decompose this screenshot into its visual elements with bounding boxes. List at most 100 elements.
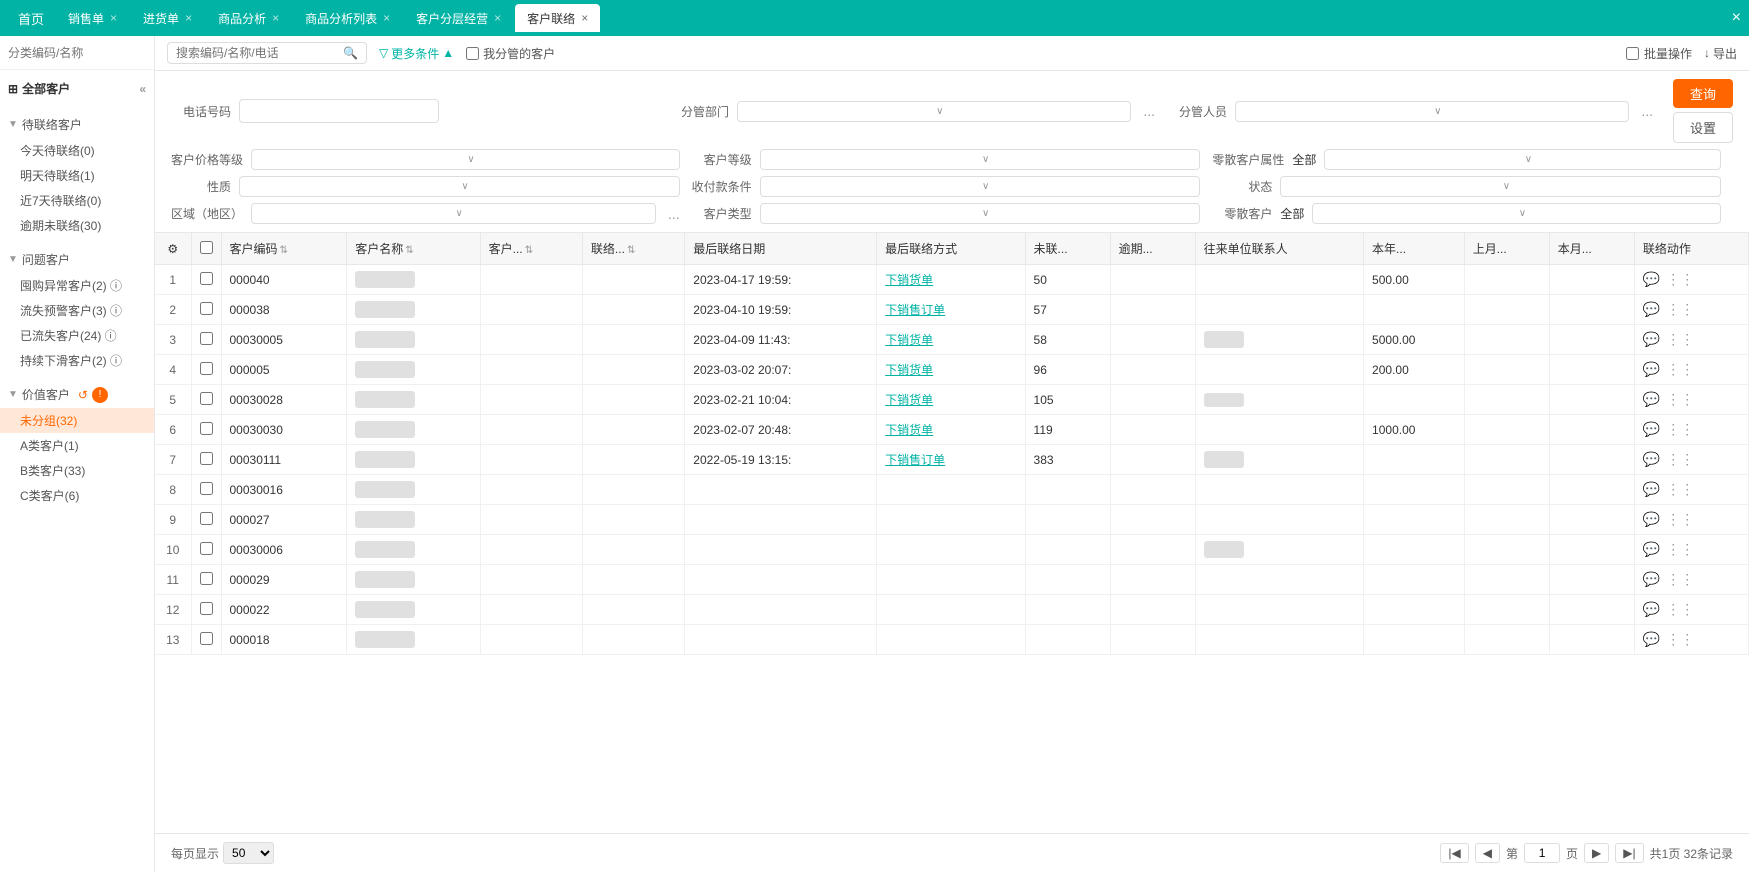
refresh-icon[interactable]: ↺ [78,388,88,402]
more-icon[interactable]: ⋮⋮ [1666,631,1694,648]
cell-name[interactable]: 某件 [347,265,480,295]
filter-dots-region[interactable]: ... [668,206,680,222]
filter-input-phone[interactable] [239,99,439,123]
page-number-input[interactable] [1524,843,1560,863]
cell-last-contact-method[interactable]: 下销售订单 [877,295,1025,325]
more-icon[interactable]: ⋮⋮ [1666,601,1694,618]
nav-tab-purchase[interactable]: 进货单 × [131,4,204,32]
contact-icon[interactable]: 💬 [1643,601,1660,618]
sidebar-item-class-c[interactable]: C类客户(6) [0,483,154,508]
select-all-checkbox[interactable] [200,241,213,254]
cell-checkbox[interactable] [191,415,221,445]
filter-select-region[interactable]: ∨ [251,203,656,224]
sidebar-item-overdue[interactable]: 逾期未联络(30) [0,213,154,238]
next-page-button[interactable]: ▶ [1584,843,1609,863]
cell-last-contact-method[interactable] [877,565,1025,595]
more-icon[interactable]: ⋮⋮ [1666,511,1694,528]
row-checkbox[interactable] [200,542,213,555]
sidebar-group-title-pending[interactable]: ▼ 待联络客户 [0,111,154,138]
contact-icon[interactable]: 💬 [1643,451,1660,468]
close-icon[interactable]: × [383,11,390,25]
cell-name[interactable]: 某某某某 [347,475,480,505]
close-icon[interactable]: × [494,11,501,25]
row-checkbox[interactable] [200,302,213,315]
row-checkbox[interactable] [200,632,213,645]
cell-checkbox[interactable] [191,445,221,475]
filter-select-manager[interactable]: ∨ [1235,101,1629,122]
sidebar-item-tomorrow[interactable]: 明天待联络(1) [0,163,154,188]
cell-name[interactable]: 某某某某 [347,625,480,655]
cell-checkbox[interactable] [191,505,221,535]
contact-icon[interactable]: 💬 [1643,421,1660,438]
settings-col-header[interactable]: ⚙ [155,233,191,265]
filter-select-retail-customer[interactable]: ∨ [1312,203,1721,224]
filter-select-customer-level[interactable]: ∨ [760,149,1201,170]
checkbox-col-header[interactable] [191,233,221,265]
cell-last-contact-method[interactable]: 下销货单 [877,265,1025,295]
more-icon[interactable]: ⋮⋮ [1666,301,1694,318]
cell-name[interactable]: 淡 [347,595,480,625]
filter-dots-dept[interactable]: ... [1143,103,1155,119]
cell-checkbox[interactable] [191,295,221,325]
sidebar-item-churn-warning[interactable]: 流失预警客户(3) ⓘ [0,298,154,323]
cell-last-contact-method[interactable] [877,595,1025,625]
cell-checkbox[interactable] [191,535,221,565]
more-icon[interactable]: ⋮⋮ [1666,451,1694,468]
cell-last-contact-method[interactable] [877,505,1025,535]
more-icon[interactable]: ⋮⋮ [1666,331,1694,348]
cell-checkbox[interactable] [191,625,221,655]
search-input[interactable] [176,46,337,60]
nav-tab-product-analysis-list[interactable]: 商品分析列表 × [293,4,402,32]
cell-name[interactable]: 扑 [347,565,480,595]
sidebar-search-input[interactable] [8,46,155,60]
filter-select-status[interactable]: ∨ [1280,176,1721,197]
sidebar-item-hoard[interactable]: 囤购异常客户(2) ⓘ [0,273,154,298]
contact-method-link[interactable]: 下销货单 [885,273,933,287]
sidebar-item-class-a[interactable]: A类客户(1) [0,433,154,458]
page-size-select[interactable]: 50 100 200 [223,842,274,864]
prev-page-button[interactable]: ◀ [1475,843,1500,863]
more-conditions-button[interactable]: ▽ 更多条件 ▲ [379,45,454,62]
more-icon[interactable]: ⋮⋮ [1666,571,1694,588]
cell-checkbox[interactable] [191,595,221,625]
close-icon[interactable]: × [581,11,588,25]
filter-select-retail-attr[interactable]: ∨ [1324,149,1721,170]
contact-method-link[interactable]: 下销售订单 [885,303,945,317]
cell-name[interactable]: 边 [347,445,480,475]
cell-checkbox[interactable] [191,475,221,505]
sidebar-item-class-b[interactable]: B类客户(33) [0,458,154,483]
cell-checkbox[interactable] [191,385,221,415]
cell-name[interactable]: 公 [347,505,480,535]
collapse-icon[interactable]: « [139,82,146,96]
contact-icon[interactable]: 💬 [1643,361,1660,378]
cell-name[interactable]: 请 [347,295,480,325]
filter-select-price-level[interactable]: ∨ [251,149,680,170]
cell-last-contact-method[interactable] [877,625,1025,655]
first-page-button[interactable]: |◀ [1440,843,1468,863]
contact-icon[interactable]: 💬 [1643,271,1660,288]
cell-last-contact-method[interactable]: 下销货单 [877,325,1025,355]
contact-icon[interactable]: 💬 [1643,301,1660,318]
nav-tab-customer-segmentation[interactable]: 客户分层经营 × [404,4,513,32]
filter-dots-manager[interactable]: ... [1641,103,1653,119]
my-customers-check[interactable] [466,47,479,60]
row-checkbox[interactable] [200,272,213,285]
nav-tab-customer-contact[interactable]: 客户联络 × [515,4,600,32]
search-button[interactable]: 查询 [1673,79,1733,108]
filter-select-payment[interactable]: ∨ [760,176,1201,197]
batch-operation-button[interactable]: 批量操作 [1626,45,1692,62]
nav-tab-product-analysis[interactable]: 商品分析 × [206,4,291,32]
contact-icon[interactable]: 💬 [1643,631,1660,648]
more-icon[interactable]: ⋮⋮ [1666,481,1694,498]
contact-icon[interactable]: 💬 [1643,541,1660,558]
contact-method-link[interactable]: 下销货单 [885,393,933,407]
cell-name[interactable]: 某某某某 [347,355,480,385]
cell-name[interactable]: 某某某某 [347,535,480,565]
cell-name[interactable]: 某某某某 [347,325,480,355]
more-icon[interactable]: ⋮⋮ [1666,541,1694,558]
row-checkbox[interactable] [200,332,213,345]
my-customers-checkbox[interactable]: 我分管的客户 [466,45,555,62]
sidebar-item-churned[interactable]: 已流失客户(24) ⓘ [0,323,154,348]
row-checkbox[interactable] [200,392,213,405]
cell-last-contact-method[interactable]: 下销货单 [877,415,1025,445]
